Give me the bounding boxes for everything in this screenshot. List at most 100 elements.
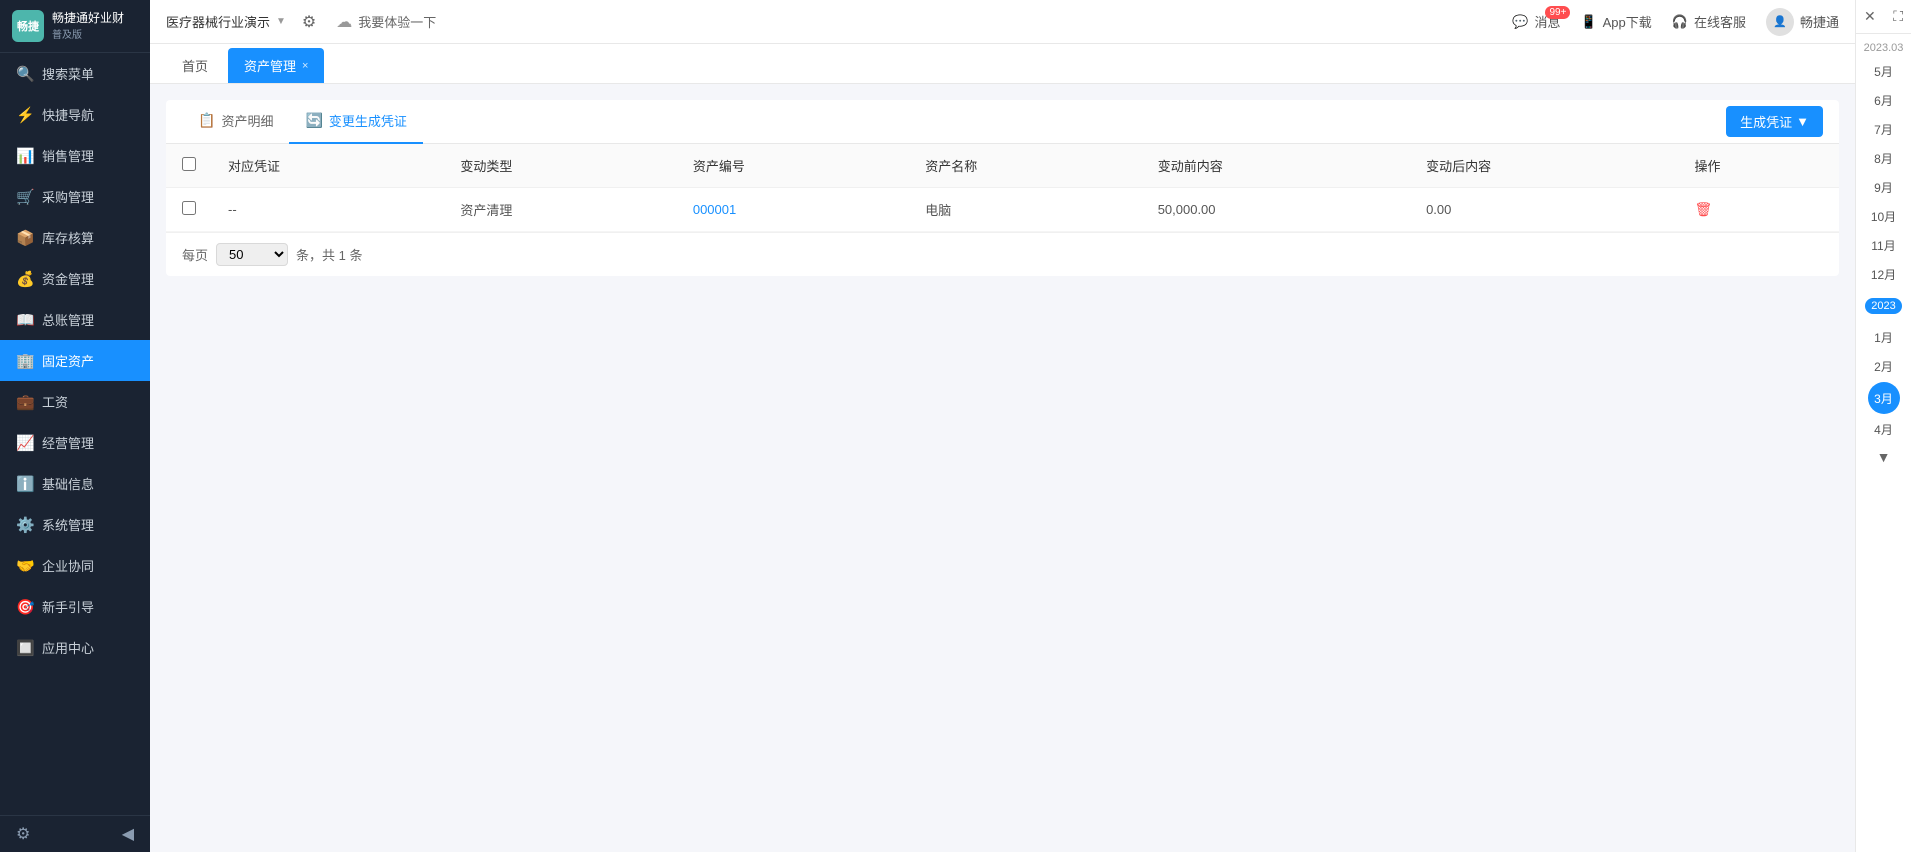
- month-item[interactable]: 2月: [1864, 353, 1904, 380]
- sidebar-icon-enterprise: 🤝: [16, 557, 34, 575]
- logo-title: 畅捷通好业财: [52, 11, 124, 27]
- col-asset-name: 资产名称: [909, 144, 1141, 188]
- logo-subtitle: 普及版: [52, 26, 124, 41]
- month-item[interactable]: 9月: [1864, 174, 1904, 201]
- cell-checkbox-0: [166, 188, 212, 232]
- right-panel-expand-icon[interactable]: ⛶: [1893, 8, 1903, 25]
- select-all-checkbox[interactable]: [182, 157, 196, 171]
- sidebar-item-search[interactable]: 🔍 搜索菜单: [0, 53, 150, 94]
- sidebar-icon-quick-nav: ⚡: [16, 106, 34, 124]
- sidebar-item-inventory[interactable]: 📦 库存核算: [0, 217, 150, 258]
- sidebar-item-sales[interactable]: 📊 销售管理: [0, 135, 150, 176]
- page-size-select[interactable]: 102050100: [216, 243, 288, 266]
- cell-asset-code-0: 000001: [677, 188, 909, 232]
- sidebar-label-app-center: 应用中心: [42, 638, 94, 657]
- sub-tab-change-voucher[interactable]: 🔄 变更生成凭证: [289, 100, 422, 144]
- customer-service-btn[interactable]: 🎧 在线客服: [1672, 12, 1746, 31]
- sidebar-item-operations[interactable]: 📈 经营管理: [0, 422, 150, 463]
- experience-label: 我要体验一下: [358, 12, 436, 31]
- sidebar-label-basic-info: 基础信息: [42, 474, 94, 493]
- notifications-icon: 💬: [1512, 14, 1528, 30]
- month-item[interactable]: 4月: [1864, 416, 1904, 443]
- sidebar-icon-operations: 📈: [16, 434, 34, 452]
- sidebar-item-enterprise[interactable]: 🤝 企业协同: [0, 545, 150, 586]
- settings-icon[interactable]: ⚙: [16, 824, 30, 844]
- sidebar-label-salary: 工资: [42, 392, 68, 411]
- sidebar-item-purchase[interactable]: 🛒 采购管理: [0, 176, 150, 217]
- month-list: 5月6月7月8月9月10月11月12月 2023 1月2月3月4月▼: [1856, 58, 1911, 852]
- sidebar-item-fixed-assets[interactable]: 🏢 固定资产: [0, 340, 150, 381]
- user-name: 畅捷通: [1800, 12, 1839, 31]
- sidebar-label-system: 系统管理: [42, 515, 94, 534]
- col-before-change: 变动前内容: [1142, 144, 1410, 188]
- customer-service-label: 在线客服: [1694, 12, 1746, 31]
- user-profile[interactable]: 👤 畅捷通: [1766, 8, 1839, 36]
- sidebar-item-app-center[interactable]: 🔲 应用中心: [0, 627, 150, 668]
- tab-close-icon[interactable]: ×: [302, 60, 308, 72]
- sidebar-item-basic-info[interactable]: ℹ️ 基础信息: [0, 463, 150, 504]
- total-text: 条，共 1 条: [296, 245, 362, 264]
- notifications-btn[interactable]: 💬 消息 99+: [1512, 12, 1560, 31]
- generate-voucher-btn[interactable]: 生成凭证 ▼: [1726, 106, 1823, 137]
- avatar: 👤: [1766, 8, 1794, 36]
- month-item[interactable]: 5月: [1864, 58, 1904, 85]
- sidebar-label-fixed-assets: 固定资产: [42, 351, 94, 370]
- sidebar-item-guide[interactable]: 🎯 新手引导: [0, 586, 150, 627]
- col-checkbox: [166, 144, 212, 188]
- table-header-row: 对应凭证 变动类型 资产编号 资产名称 变动前内容 变动后内容 操作: [166, 144, 1839, 188]
- sidebar-item-quick-nav[interactable]: ⚡ 快捷导航: [0, 94, 150, 135]
- sidebar-bottom: ⚙ ◀: [0, 815, 150, 852]
- month-item[interactable]: 7月: [1864, 116, 1904, 143]
- sidebar-icon-guide: 🎯: [16, 598, 34, 616]
- company-dropdown-arrow: ▼: [276, 16, 286, 27]
- sub-tabs-bar: 📋 资产明细 🔄 变更生成凭证 生成凭证 ▼: [166, 100, 1839, 144]
- content-area: 📋 资产明细 🔄 变更生成凭证 生成凭证 ▼: [150, 84, 1855, 852]
- sub-tab-asset-detail-label: 资产明细: [221, 111, 273, 130]
- tab-asset-management[interactable]: 资产管理 ×: [228, 48, 324, 83]
- sidebar: 畅捷 畅捷通好业财 普及版 🔍 搜索菜单⚡ 快捷导航📊 销售管理🛒 采购管理📦 …: [0, 0, 150, 852]
- sidebar-label-purchase: 采购管理: [42, 187, 94, 206]
- sub-tab-asset-detail[interactable]: 📋 资产明细: [182, 100, 289, 144]
- cell-after-change-0: 0.00: [1410, 188, 1678, 232]
- cell-asset-name-0: 电脑: [909, 188, 1141, 232]
- sidebar-label-finance: 资金管理: [42, 269, 94, 288]
- settings-gear-icon[interactable]: ⚙: [302, 12, 316, 32]
- month-item[interactable]: 11月: [1864, 232, 1904, 259]
- sidebar-item-ledger[interactable]: 📖 总账管理: [0, 299, 150, 340]
- tabs-row: 首页 资产管理 ×: [150, 44, 1855, 84]
- right-panel-close-icon[interactable]: ✕: [1864, 8, 1876, 25]
- month-item[interactable]: 10月: [1864, 203, 1904, 230]
- month-item[interactable]: 1月: [1864, 324, 1904, 351]
- month-nav-down[interactable]: ▼: [1856, 445, 1911, 469]
- change-voucher-icon: 🔄: [305, 112, 322, 129]
- month-item[interactable]: 3月: [1868, 382, 1900, 414]
- col-asset-code: 资产编号: [677, 144, 909, 188]
- tab-home[interactable]: 首页: [166, 48, 224, 83]
- month-item[interactable]: 8月: [1864, 145, 1904, 172]
- sub-tab-change-voucher-label: 变更生成凭证: [329, 111, 407, 130]
- generate-voucher-arrow: ▼: [1796, 114, 1809, 129]
- app-download-label: App下载: [1603, 12, 1652, 31]
- cell-operation-0: 🗑: [1678, 188, 1839, 232]
- company-selector[interactable]: 医疗器械行业演示 ▼: [166, 12, 286, 31]
- row-checkbox-0[interactable]: [182, 201, 196, 215]
- customer-service-icon: 🎧: [1672, 14, 1688, 30]
- sidebar-icon-search: 🔍: [16, 65, 34, 83]
- col-change-type: 变动类型: [444, 144, 676, 188]
- delete-btn-0[interactable]: 🗑: [1694, 201, 1712, 217]
- table-footer: 每页 102050100 条，共 1 条: [166, 232, 1839, 276]
- sidebar-item-salary[interactable]: 💼 工资: [0, 381, 150, 422]
- topbar-right: 💬 消息 99+ 📱 App下载 🎧 在线客服 👤 畅捷通: [1512, 8, 1839, 36]
- sidebar-icon-purchase: 🛒: [16, 188, 34, 206]
- sidebar-icon-salary: 💼: [16, 393, 34, 411]
- year-badge-label: 2023: [1865, 298, 1901, 314]
- sidebar-item-system[interactable]: ⚙️ 系统管理: [0, 504, 150, 545]
- logo-icon: 畅捷: [12, 10, 44, 42]
- collapse-icon[interactable]: ◀: [122, 824, 134, 844]
- experience-btn[interactable]: ☁ 我要体验一下: [336, 12, 436, 32]
- month-item[interactable]: 12月: [1864, 261, 1904, 288]
- sidebar-item-finance[interactable]: 💰 资金管理: [0, 258, 150, 299]
- experience-icon: ☁: [336, 12, 352, 32]
- month-item[interactable]: 6月: [1864, 87, 1904, 114]
- app-download-btn[interactable]: 📱 App下载: [1580, 12, 1651, 31]
